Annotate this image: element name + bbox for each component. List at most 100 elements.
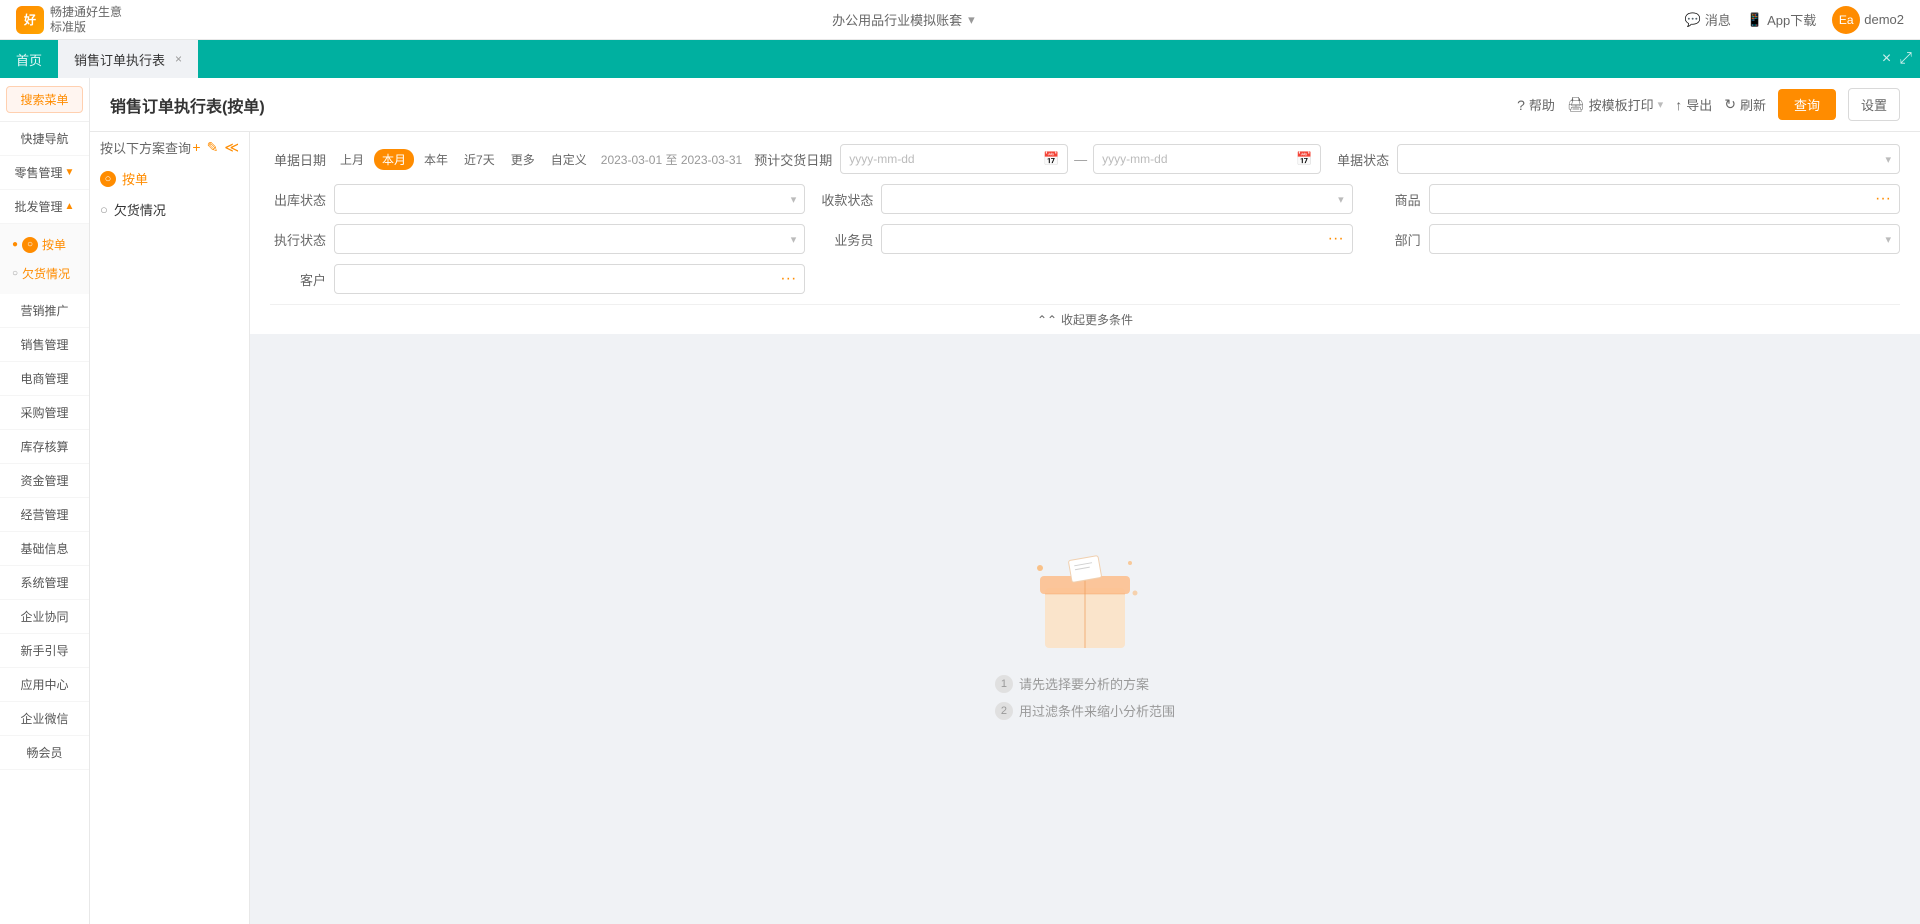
sidebar-sub-shortage[interactable]: ○ 欠货情况 — [4, 259, 85, 288]
sidebar-item-quick-nav[interactable]: 快捷导航 — [0, 122, 89, 156]
tab-home[interactable]: 首页 — [0, 40, 58, 78]
goods-input[interactable]: ··· — [1429, 184, 1900, 214]
filter-expected-date-field: 预计交货日期 yyyy-mm-dd 📅 — yyyy-mm-dd 📅 — [754, 144, 1321, 174]
sidebar-item-sales[interactable]: 销售管理 — [0, 328, 89, 362]
date-more[interactable]: 更多 — [505, 149, 541, 170]
user-menu[interactable]: Ea demo2 — [1832, 6, 1904, 34]
page-actions: ? 帮助 🖨 按模板打印 ▾ ↑ 导出 ↻ 刷新 查询 设置 — [1517, 88, 1900, 121]
window-close-button[interactable]: × — [1882, 50, 1891, 68]
filter-body: 单据日期 上月 本月 本年 近7天 更多 自定义 2023-03-01 至 20… — [250, 132, 1920, 334]
sidebar-sub-by-order[interactable]: ● ○ 按单 — [4, 230, 85, 259]
empty-svg — [1015, 538, 1155, 658]
add-scheme-button[interactable]: + — [192, 139, 200, 156]
filter-dept-field: 部门 ▾ — [1365, 224, 1900, 254]
sidebar-item-purchase[interactable]: 采购管理 — [0, 396, 89, 430]
sidebar-item-retail[interactable]: 零售管理 ▼ — [0, 156, 89, 190]
sidebar-item-wholesale[interactable]: 批发管理 ▲ — [0, 190, 89, 224]
logo-area: 好 畅捷通好生意 标准版 — [16, 5, 122, 34]
out-status-select[interactable]: ▾ — [334, 184, 805, 214]
edit-scheme-button[interactable]: ✎ — [207, 139, 219, 156]
date-this-year[interactable]: 本年 — [418, 149, 454, 170]
salesperson-more-icon[interactable]: ··· — [1328, 230, 1344, 248]
customer-input[interactable]: ··· — [334, 264, 805, 294]
sidebar-item-operations[interactable]: 经营管理 — [0, 498, 89, 532]
doc-status-select[interactable]: ▾ — [1397, 144, 1900, 174]
customer-more-icon[interactable]: ··· — [780, 270, 796, 288]
search-menu-button[interactable]: 搜索菜单 — [6, 86, 83, 113]
left-panel-item-shortage[interactable]: ○ 欠货情况 — [90, 194, 249, 225]
expected-date-start[interactable]: yyyy-mm-dd 📅 — [840, 144, 1068, 174]
sidebar-item-ecommerce[interactable]: 电商管理 — [0, 362, 89, 396]
nav-tabs: 首页 销售订单执行表 × × ⤢ — [0, 40, 1920, 78]
refresh-icon: ↻ — [1724, 96, 1736, 113]
app-download-button[interactable]: 📱 App下载 — [1747, 10, 1816, 29]
date-last-month[interactable]: 上月 — [334, 149, 370, 170]
top-bar-left: 好 畅捷通好生意 标准版 — [16, 5, 122, 34]
receipt-status-select[interactable]: ▾ — [881, 184, 1352, 214]
sidebar: 搜索菜单 快捷导航 零售管理 ▼ 批发管理 ▲ ● ○ 按单 ○ 欠货情况 营销… — [0, 78, 90, 924]
collapse-panel-button[interactable]: ≪ — [224, 139, 239, 156]
filter-row-4: 客户 ··· — [270, 264, 1900, 294]
dept-arrow-icon: ▾ — [1885, 233, 1891, 246]
left-panel-item-by-order[interactable]: ○ 按单 — [90, 163, 249, 194]
exec-status-arrow-icon: ▾ — [791, 233, 797, 246]
page-header: 销售订单执行表(按单) ? 帮助 🖨 按模板打印 ▾ ↑ 导出 ↻ 刷新 — [90, 78, 1920, 132]
sidebar-search[interactable]: 搜索菜单 — [0, 78, 89, 122]
tab-sales-order-execution[interactable]: 销售订单执行表 × — [58, 40, 198, 78]
help-button[interactable]: ? 帮助 — [1517, 95, 1555, 114]
sidebar-item-wechat[interactable]: 企业微信 — [0, 702, 89, 736]
empty-tips: 1 请先选择要分析的方案 2 用过滤条件来缩小分析范围 — [995, 674, 1175, 720]
sidebar-item-app-center[interactable]: 应用中心 — [0, 668, 89, 702]
logo-text: 畅捷通好生意 标准版 — [50, 5, 122, 34]
collapse-filter-button[interactable]: ⌃⌃ 收起更多条件 — [270, 304, 1900, 334]
filter-with-panel: 按以下方案查询 + ✎ ≪ ○ 按单 ○ 欠货情况 — [90, 132, 1920, 924]
filter-receipt-status-field: 收款状态 ▾ — [817, 184, 1352, 214]
sidebar-item-finance[interactable]: 资金管理 — [0, 464, 89, 498]
goods-more-icon[interactable]: ··· — [1875, 190, 1891, 208]
window-maximize-button[interactable]: ⤢ — [1899, 50, 1912, 68]
sidebar-item-system[interactable]: 系统管理 — [0, 566, 89, 600]
date-custom[interactable]: 自定义 — [545, 149, 593, 170]
filter-row-1: 单据日期 上月 本月 本年 近7天 更多 自定义 2023-03-01 至 20… — [270, 144, 1900, 174]
tab-close-button[interactable]: × — [175, 52, 182, 66]
message-button[interactable]: 💬 消息 — [1685, 10, 1731, 29]
calendar-end-icon[interactable]: 📅 — [1296, 151, 1312, 167]
tip-number-2: 2 — [995, 702, 1013, 720]
avatar: Ea — [1832, 6, 1860, 34]
filter-row-2: 出库状态 ▾ 收款状态 ▾ — [270, 184, 1900, 214]
export-button[interactable]: ↑ 导出 — [1675, 95, 1712, 114]
filter-right: 单据日期 上月 本月 本年 近7天 更多 自定义 2023-03-01 至 20… — [250, 132, 1920, 924]
sub-icon-active: ○ — [22, 237, 38, 253]
main-layout: 搜索菜单 快捷导航 零售管理 ▼ 批发管理 ▲ ● ○ 按单 ○ 欠货情况 营销… — [0, 78, 1920, 924]
print-button[interactable]: 🖨 按模板打印 ▾ — [1567, 95, 1663, 114]
date-this-month[interactable]: 本月 — [374, 149, 414, 170]
collapse-up-icon: ⌃⌃ — [1037, 313, 1057, 327]
top-bar-right: 💬 消息 📱 App下载 Ea demo2 — [1685, 6, 1904, 34]
sidebar-item-basic-info[interactable]: 基础信息 — [0, 532, 89, 566]
date-quick-select: 上月 本月 本年 近7天 更多 自定义 — [334, 149, 593, 170]
calendar-start-icon[interactable]: 📅 — [1043, 151, 1059, 167]
empty-illustration — [1015, 538, 1155, 658]
sidebar-item-collab[interactable]: 企业协同 — [0, 600, 89, 634]
filter-customer-field: 客户 ··· — [270, 264, 805, 294]
download-icon: 📱 — [1747, 12, 1763, 28]
sidebar-item-member[interactable]: 畅会员 — [0, 736, 89, 770]
doc-status-arrow-icon: ▾ — [1885, 153, 1891, 166]
tip-number-1: 1 — [995, 675, 1013, 693]
sidebar-item-marketing[interactable]: 营销推广 — [0, 294, 89, 328]
expected-date-end[interactable]: yyyy-mm-dd 📅 — [1093, 144, 1321, 174]
refresh-button[interactable]: ↻ 刷新 — [1724, 95, 1766, 114]
settings-button[interactable]: 设置 — [1848, 88, 1900, 121]
filter-out-status-field: 出库状态 ▾ — [270, 184, 805, 214]
filter-goods-field: 商品 ··· — [1365, 184, 1900, 214]
query-button[interactable]: 查询 — [1778, 89, 1836, 120]
salesperson-input[interactable]: ··· — [881, 224, 1352, 254]
dept-select[interactable]: ▾ — [1429, 224, 1900, 254]
filter-exec-status-field: 执行状态 ▾ — [270, 224, 805, 254]
sidebar-item-newbie[interactable]: 新手引导 — [0, 634, 89, 668]
sidebar-item-inventory[interactable]: 库存核算 — [0, 430, 89, 464]
receipt-status-arrow-icon: ▾ — [1338, 193, 1344, 206]
date-7days[interactable]: 近7天 — [458, 149, 501, 170]
chevron-down-icon[interactable]: ▾ — [968, 12, 975, 28]
exec-status-select[interactable]: ▾ — [334, 224, 805, 254]
